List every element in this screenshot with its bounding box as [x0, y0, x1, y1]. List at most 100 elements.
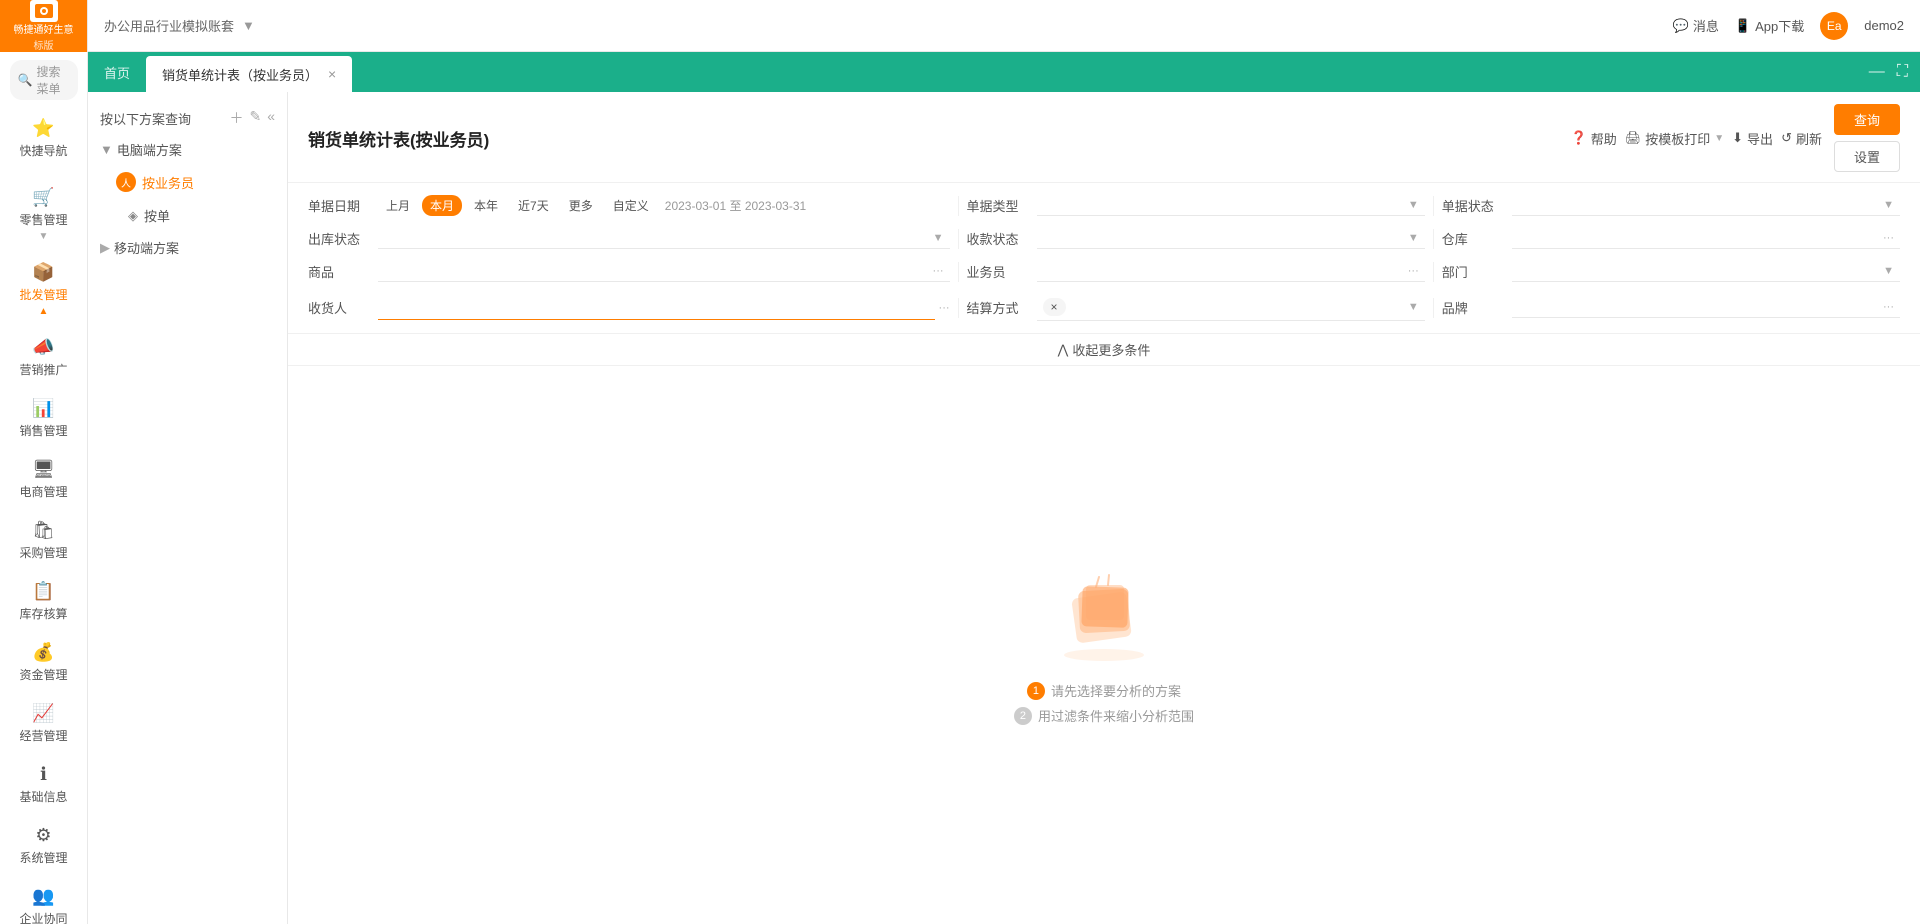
app-download-icon: 📱	[1735, 18, 1751, 34]
sidebar-item-quick-nav[interactable]: ⭐ 快捷导航	[0, 108, 88, 169]
query-button[interactable]: 查询	[1834, 104, 1900, 135]
date-btn-more[interactable]: 更多	[561, 195, 601, 216]
scheme-group-mobile-header[interactable]: ▶ 移动端方案	[88, 232, 287, 263]
hint-text-2: 用过滤条件来缩小分析范围	[1038, 706, 1194, 725]
edit-scheme-icon[interactable]: ✎	[249, 108, 261, 128]
message-button[interactable]: 💬 消息	[1673, 16, 1719, 35]
app-download-button[interactable]: 📱 App下载	[1735, 16, 1804, 35]
filter-field-warehouse: 仓库 ···	[1442, 228, 1900, 249]
filter-sep-8	[1433, 298, 1434, 318]
sidebar-item-wholesale[interactable]: 📦 批发管理 ▲	[0, 252, 88, 327]
payment-status-select[interactable]: ▼	[1037, 228, 1425, 249]
tab-close-icon[interactable]: ×	[328, 66, 336, 82]
scheme-item-order[interactable]: ◈ 按单	[88, 199, 287, 232]
sidebar-item-label: 营销推广	[19, 361, 67, 378]
date-btn-7days[interactable]: 近7天	[510, 195, 557, 216]
ship-status-select[interactable]: ▼	[378, 228, 950, 249]
sidebar-item-purchase[interactable]: 🛍 采购管理	[0, 510, 88, 571]
sidebar-item-enterprise[interactable]: 👥 企业协同	[0, 876, 88, 924]
warehouse-select[interactable]: ···	[1512, 228, 1900, 249]
scheme-item-salesperson[interactable]: 人 按业务员	[88, 165, 287, 199]
dropdown-icon[interactable]: ▼	[242, 18, 255, 33]
salesperson-label: 业务员	[967, 262, 1037, 281]
sidebar-item-basic-info[interactable]: ℹ 基础信息	[0, 754, 88, 815]
app-download-label: App下载	[1755, 16, 1804, 35]
settings-button[interactable]: 设置	[1834, 141, 1900, 172]
collapse-up-icon: ⋀	[1058, 342, 1069, 358]
hint-num-2-text: 2	[1020, 710, 1026, 722]
help-button[interactable]: ❓ 帮助	[1571, 129, 1617, 148]
hint-num-2: 2	[1014, 707, 1032, 725]
refresh-button[interactable]: ↺ 刷新	[1781, 129, 1822, 148]
sidebar-item-sales[interactable]: 📊 销售管理	[0, 388, 88, 449]
collapse-button[interactable]: ⋀ 收起更多条件	[1058, 340, 1151, 359]
marketing-icon: 📣	[32, 337, 54, 358]
scheme-group-label: 电脑端方案	[117, 140, 182, 159]
doc-type-select[interactable]: ▼	[1037, 195, 1425, 216]
goods-label: 商品	[308, 262, 378, 281]
dept-select[interactable]: ▼	[1512, 261, 1900, 282]
tab-maximize-icon[interactable]: ⛶	[1897, 63, 1908, 81]
sidebar-logo[interactable]: 畅捷通好生意 标版	[0, 0, 88, 52]
left-panel-title: 按以下方案查询	[100, 109, 191, 128]
filter-field-settlement: 结算方式 × ▼	[967, 294, 1425, 321]
sidebar-item-label: 基础信息	[19, 788, 67, 805]
sidebar-item-marketing[interactable]: 📣 营销推广	[0, 327, 88, 388]
sidebar-item-system[interactable]: ⚙ 系统管理	[0, 815, 88, 876]
left-panel: 按以下方案查询 ＋ ✎ « ▼ 电脑端方案 人 按业务员	[88, 92, 288, 924]
page-title-bar: 销货单统计表(按业务员) ❓ 帮助 🖨 按模板打印 ▼ ⬇	[288, 92, 1920, 183]
date-btn-last-month[interactable]: 上月	[378, 195, 418, 216]
print-icon: 🖨	[1625, 130, 1642, 146]
empty-text: 1 请先选择要分析的方案 2 用过滤条件来缩小分析范围	[1014, 681, 1194, 725]
doc-type-label: 单据类型	[967, 196, 1037, 215]
settlement-select[interactable]: × ▼	[1037, 294, 1425, 321]
sidebar-item-finance[interactable]: 💰 资金管理	[0, 632, 88, 693]
sidebar-item-label: 经营管理	[19, 727, 67, 744]
scheme-group-desktop: ▼ 电脑端方案 人 按业务员 ◈ 按单	[88, 134, 287, 232]
sidebar-item-retail[interactable]: 🛒 零售管理 ▼	[0, 177, 88, 252]
left-panel-actions: ＋ ✎ «	[229, 108, 275, 128]
doc-status-select[interactable]: ▼	[1512, 195, 1900, 216]
brand-label: 品牌	[1442, 298, 1512, 317]
scheme-item-order-label: 按单	[144, 206, 170, 225]
export-button[interactable]: ⬇ 导出	[1732, 129, 1773, 148]
hint-num-1: 1	[1027, 682, 1045, 700]
goods-more: ···	[933, 265, 944, 277]
add-scheme-icon[interactable]: ＋	[229, 108, 243, 128]
wholesale-icon: 📦	[32, 262, 54, 283]
brand-select[interactable]: ···	[1512, 297, 1900, 318]
enterprise-icon: 👥	[32, 886, 54, 907]
sales-icon: 📊	[32, 398, 54, 419]
filter-sep-4	[1433, 229, 1434, 249]
empty-hint-2: 2 用过滤条件来缩小分析范围	[1014, 706, 1194, 725]
sidebar-item-ecommerce[interactable]: 🖥 电商管理	[0, 449, 88, 510]
print-button[interactable]: 🖨 按模板打印 ▼	[1625, 129, 1724, 148]
tab-bar-actions: — ⛶	[1869, 63, 1920, 81]
tab-minimize-icon[interactable]: —	[1869, 63, 1885, 81]
filter-field-goods: 商品 ···	[308, 261, 950, 282]
sidebar-item-label: 零售管理	[19, 211, 67, 228]
receiver-input[interactable]	[378, 296, 935, 320]
tab-home[interactable]: 首页	[88, 52, 146, 92]
user-avatar[interactable]: Ea	[1820, 12, 1848, 40]
tab-sales-stat[interactable]: 销货单统计表（按业务员） ×	[146, 56, 352, 92]
filter-field-dept: 部门 ▼	[1442, 261, 1900, 282]
salesperson-select[interactable]: ···	[1037, 261, 1425, 282]
date-btn-this-month[interactable]: 本月	[422, 195, 462, 216]
sidebar-item-inventory[interactable]: 📋 库存核算	[0, 571, 88, 632]
tab-bar: 首页 销货单统计表（按业务员） × — ⛶	[88, 52, 1920, 92]
settlement-tag-close[interactable]: ×	[1051, 300, 1058, 314]
warehouse-label: 仓库	[1442, 229, 1512, 248]
search-menu-item[interactable]: 🔍 搜索菜单	[0, 52, 88, 108]
header-right: 💬 消息 📱 App下载 Ea demo2	[1673, 12, 1904, 40]
page-action-group-left: ❓ 帮助 🖨 按模板打印 ▼ ⬇ 导出 ↺	[1571, 129, 1822, 148]
scheme-group-desktop-header[interactable]: ▼ 电脑端方案	[88, 134, 287, 165]
goods-select[interactable]: ···	[378, 261, 950, 282]
sidebar-item-operations[interactable]: 📈 经营管理	[0, 693, 88, 754]
collapse-panel-icon[interactable]: «	[267, 108, 275, 128]
receiver-label: 收货人	[308, 298, 378, 317]
date-btn-this-year[interactable]: 本年	[466, 195, 506, 216]
chevron-up-icon: ▲	[39, 306, 49, 317]
date-quick-buttons: 上月 本月 本年 近7天 更多 自定义 2023-03-01 至 2023-03…	[378, 195, 806, 216]
date-btn-custom[interactable]: 自定义	[605, 195, 657, 216]
